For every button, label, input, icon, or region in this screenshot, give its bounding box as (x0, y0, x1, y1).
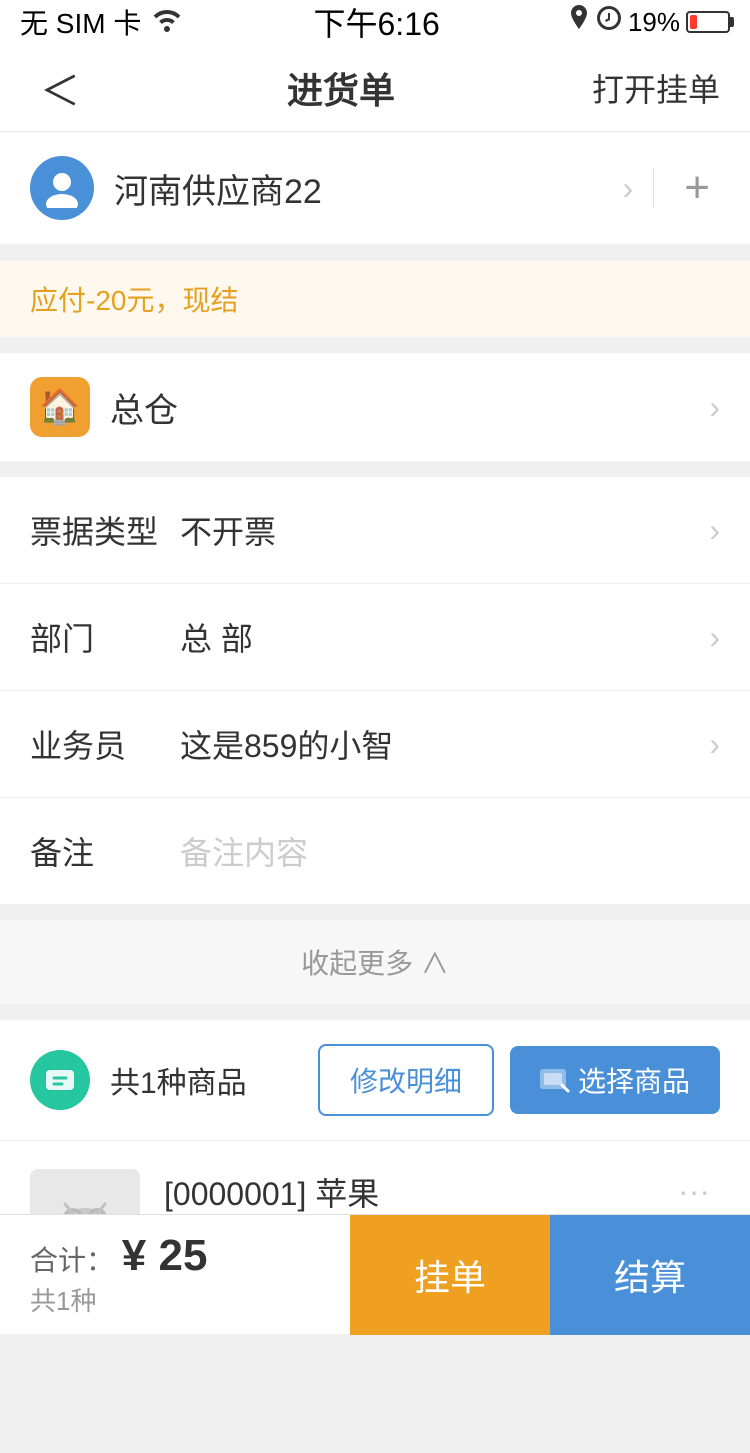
total-amount: ¥ 25 (122, 1231, 208, 1280)
battery-icon (686, 11, 730, 33)
notice-bar: 应付-20元，现结 (0, 261, 750, 337)
open-hold-button[interactable]: 打开挂单 (592, 65, 720, 111)
supplier-chevron-icon: › (623, 170, 634, 207)
notice-text: 应付-20元，现结 (30, 285, 238, 316)
dept-row[interactable]: 部门 总 部 › (0, 584, 750, 691)
dept-chevron-icon: › (709, 619, 720, 656)
footer-total: 合计： ¥ 25 共1种 (0, 1231, 350, 1318)
supplier-row[interactable]: 河南供应商22 › + (0, 132, 750, 245)
invoice-value: 不开票 (160, 507, 709, 553)
product-title: 苹果 (315, 1176, 379, 1212)
collapse-label: 收起更多 ∧ (301, 948, 449, 979)
invoice-label: 票据类型 (30, 507, 160, 553)
product-code: [0000001] (164, 1176, 306, 1212)
hold-button[interactable]: 挂单 (350, 1215, 550, 1335)
select-product-button[interactable]: 选择商品 (510, 1046, 720, 1114)
add-supplier-button[interactable]: + (674, 163, 720, 213)
sales-value: 这是859的小智 (160, 721, 709, 767)
nav-bar: ＜ 进货单 打开挂单 (0, 44, 750, 132)
supplier-divider (653, 168, 654, 208)
edit-detail-button[interactable]: 修改明细 (318, 1044, 494, 1116)
invoice-type-row[interactable]: 票据类型 不开票 › (0, 477, 750, 584)
location-icon (568, 5, 590, 40)
battery-percent: 19% (628, 7, 680, 38)
settle-button[interactable]: 结算 (550, 1215, 750, 1335)
products-count: 共1种商品 (110, 1058, 318, 1102)
alarm-icon (596, 5, 622, 40)
carrier-label: 无 SIM 卡 (20, 2, 141, 42)
supplier-section: 河南供应商22 › + (0, 132, 750, 245)
remark-label: 备注 (30, 828, 160, 874)
warehouse-chevron-icon: › (709, 389, 720, 426)
collapse-row[interactable]: 收起更多 ∧ (0, 920, 750, 1004)
warehouse-icon: 🏠 (30, 377, 90, 437)
sales-row[interactable]: 业务员 这是859的小智 › (0, 691, 750, 798)
product-more-button[interactable]: ··· (668, 1169, 720, 1214)
remark-input[interactable]: 备注内容 (160, 828, 720, 874)
footer-total-row: 合计： ¥ 25 (30, 1231, 320, 1281)
footer: 合计： ¥ 25 共1种 挂单 结算 (0, 1214, 750, 1334)
warehouse-name: 总仓 (110, 383, 709, 432)
sales-label: 业务员 (30, 721, 160, 767)
time-label: 下午6:16 (314, 0, 440, 45)
product-name: [0000001] 苹果 (164, 1169, 668, 1215)
total-label: 合计： (30, 1245, 114, 1276)
supplier-avatar (30, 156, 94, 220)
status-left: 无 SIM 卡 (20, 2, 185, 42)
form-section: 票据类型 不开票 › 部门 总 部 › 业务员 这是859的小智 › 备注 备注… (0, 477, 750, 904)
dept-label: 部门 (30, 614, 160, 660)
invoice-chevron-icon: › (709, 512, 720, 549)
warehouse-section: 🏠 总仓 › (0, 353, 750, 461)
wifi-icon (149, 6, 185, 39)
status-right: 19% (568, 5, 730, 40)
page-title: 进货单 (287, 62, 395, 114)
dept-value: 总 部 (160, 614, 709, 660)
back-button[interactable]: ＜ (30, 49, 90, 127)
remark-row[interactable]: 备注 备注内容 (0, 798, 750, 904)
footer-count: 共1种 (30, 1281, 320, 1318)
products-header: 共1种商品 修改明细 选择商品 (0, 1020, 750, 1141)
select-product-label: 选择商品 (578, 1060, 690, 1100)
warehouse-row[interactable]: 🏠 总仓 › (0, 353, 750, 461)
products-icon (30, 1050, 90, 1110)
status-bar: 无 SIM 卡 下午6:16 19% (0, 0, 750, 44)
supplier-name: 河南供应商22 (114, 164, 623, 213)
sales-chevron-icon: › (709, 726, 720, 763)
